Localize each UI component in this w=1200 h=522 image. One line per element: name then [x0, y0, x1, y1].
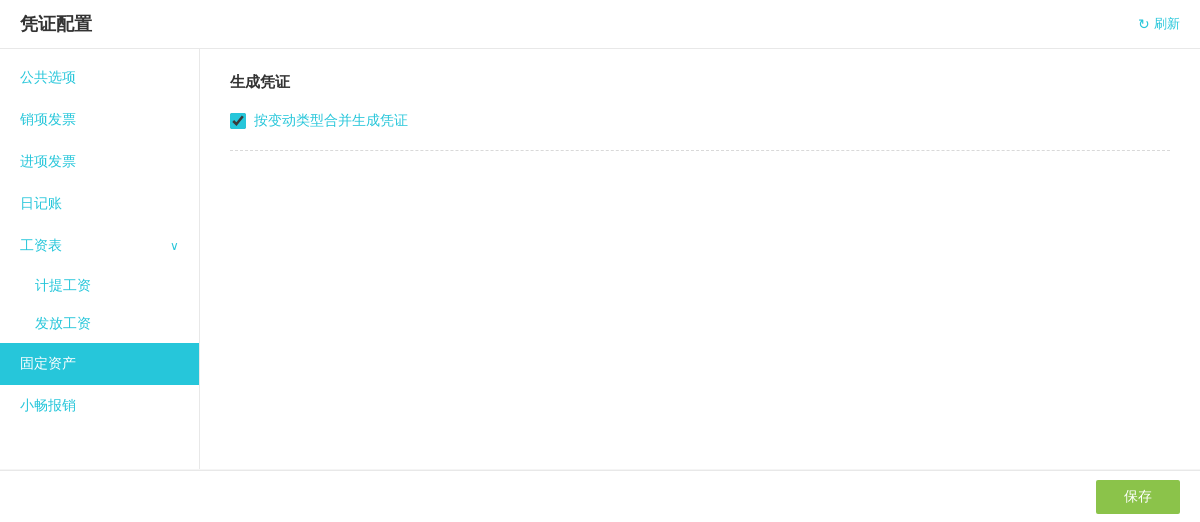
sidebar-item-payroll[interactable]: 工资表 ∨	[0, 225, 199, 267]
sidebar-item-fixed-assets[interactable]: 固定资产	[0, 343, 199, 385]
sidebar-sub-item-label: 发放工资	[35, 315, 91, 331]
sidebar-item-label: 进项发票	[20, 153, 76, 171]
checkbox-row: 按变动类型合并生成凭证	[230, 112, 1170, 130]
sidebar-item-sales-invoice[interactable]: 销项发票	[0, 99, 199, 141]
content-area: 生成凭证 按变动类型合并生成凭证	[200, 49, 1200, 469]
sidebar-item-accrual-payroll[interactable]: 计提工资	[0, 267, 199, 305]
sidebar-item-label: 小畅报销	[20, 397, 76, 415]
checkbox-label[interactable]: 按变动类型合并生成凭证	[254, 112, 408, 130]
sidebar-item-label: 固定资产	[20, 355, 76, 373]
footer-bar: 保存	[0, 470, 1200, 522]
sidebar-item-label: 公共选项	[20, 69, 76, 87]
sidebar-item-label: 日记账	[20, 195, 62, 213]
sidebar: 公共选项 销项发票 进项发票 日记账 工资表 ∨ 计提工资 发放工资 固定资产 …	[0, 49, 200, 469]
save-button[interactable]: 保存	[1096, 480, 1180, 514]
chevron-down-icon: ∨	[170, 239, 179, 253]
merge-by-type-checkbox[interactable]	[230, 113, 246, 129]
sidebar-item-label: 工资表	[20, 237, 62, 255]
main-layout: 公共选项 销项发票 进项发票 日记账 工资表 ∨ 计提工资 发放工资 固定资产 …	[0, 49, 1200, 469]
refresh-button[interactable]: ↻ 刷新	[1138, 15, 1180, 33]
sidebar-item-journal[interactable]: 日记账	[0, 183, 199, 225]
refresh-label: 刷新	[1154, 15, 1180, 33]
sidebar-sub-item-label: 计提工资	[35, 277, 91, 293]
sidebar-item-label: 销项发票	[20, 111, 76, 129]
sidebar-item-payroll-payment[interactable]: 发放工资	[0, 305, 199, 343]
sidebar-item-expense-report[interactable]: 小畅报销	[0, 385, 199, 427]
section-title: 生成凭证	[230, 73, 1170, 92]
sidebar-item-purchase-invoice[interactable]: 进项发票	[0, 141, 199, 183]
section-divider	[230, 150, 1170, 151]
page-header: 凭证配置 ↻ 刷新	[0, 0, 1200, 49]
page-title: 凭证配置	[20, 12, 92, 36]
sidebar-item-public[interactable]: 公共选项	[0, 57, 199, 99]
refresh-icon: ↻	[1138, 16, 1150, 32]
